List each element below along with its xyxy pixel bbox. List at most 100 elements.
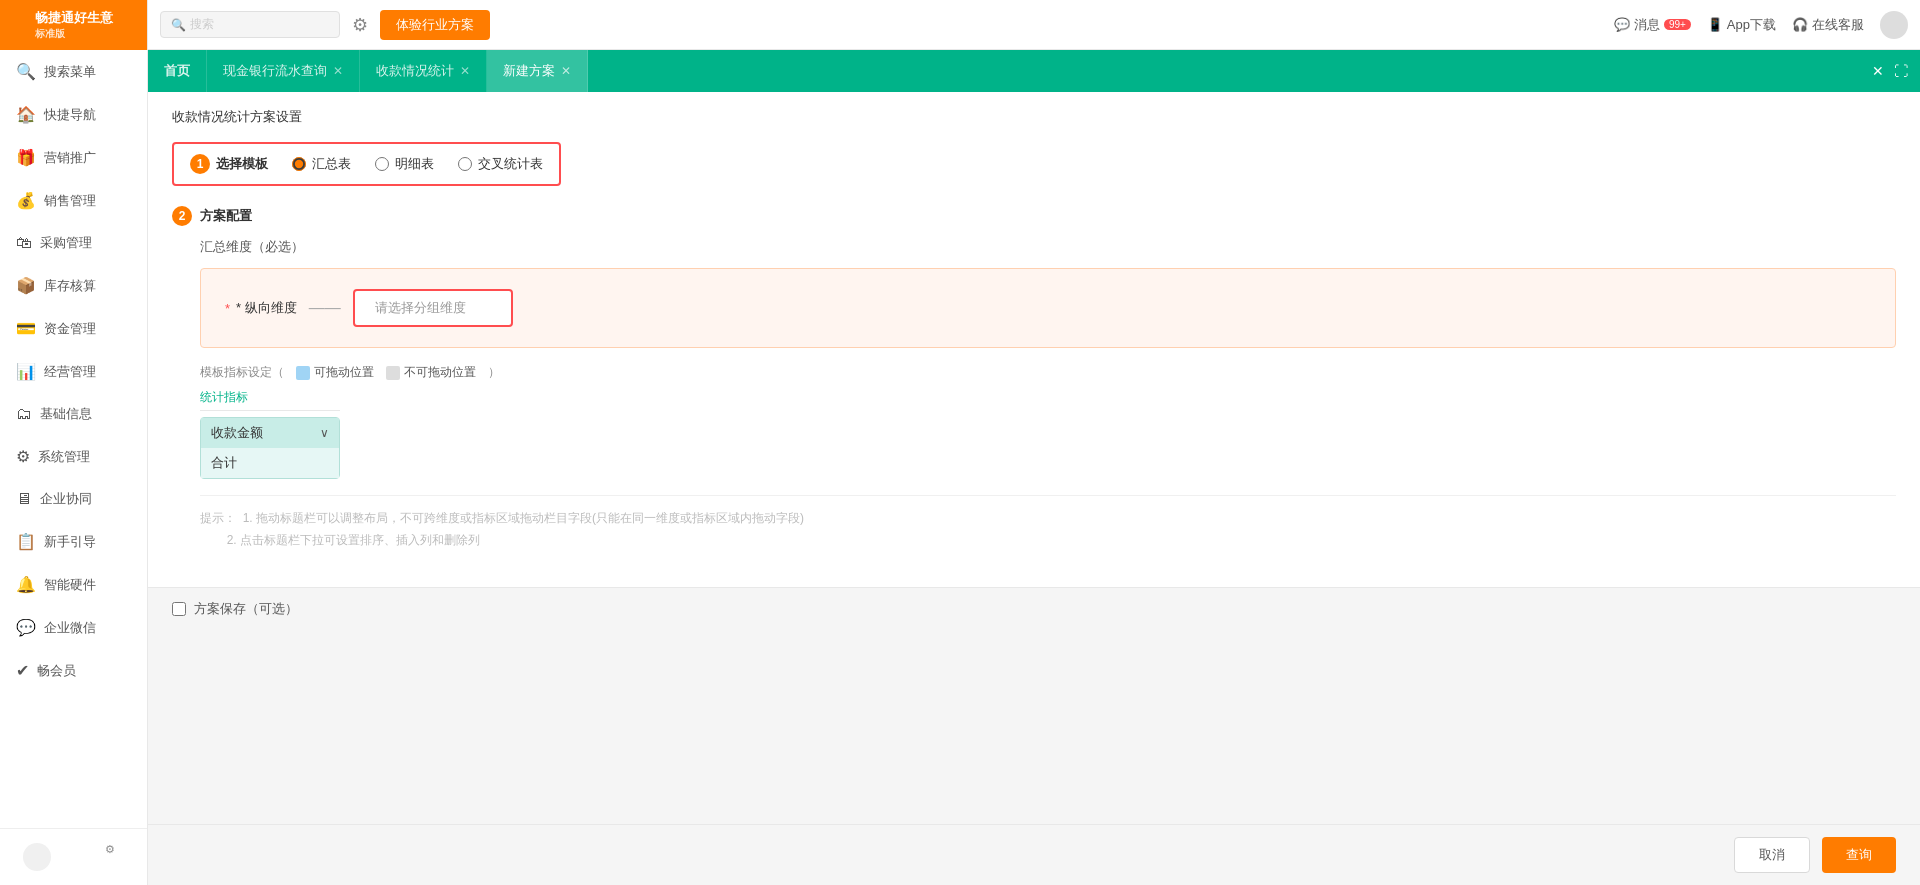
tab-new-plan-close-icon[interactable]: ✕ — [561, 64, 571, 78]
step1-badge: 1 — [190, 154, 210, 174]
window-close-icon[interactable]: ✕ — [1872, 63, 1884, 79]
sidebar-item-member[interactable]: ✔ 畅会员 — [0, 649, 147, 692]
sidebar-bottom: ⚙ — [0, 828, 147, 885]
main-area: 🔍 搜索 ⚙ 体验行业方案 💬 消息 99+ 📱 App下载 🎧 在线客服 首页 — [148, 0, 1920, 885]
gear-icon: ⚙ — [16, 447, 30, 466]
app-label: App下载 — [1727, 16, 1776, 34]
sidebar-item-guide[interactable]: 📋 新手引导 — [0, 520, 147, 563]
sidebar-bottom-settings[interactable]: ⚙ — [74, 837, 148, 877]
chat-icon: 💬 — [16, 618, 36, 637]
draggable-label: 可拖动位置 — [314, 364, 374, 381]
sidebar-item-search[interactable]: 🔍 搜索菜单 — [0, 50, 147, 93]
sidebar-item-inventory[interactable]: 📦 库存核算 — [0, 264, 147, 307]
sidebar-item-management[interactable]: 📊 经营管理 — [0, 350, 147, 393]
step2-title: 方案配置 — [200, 207, 252, 225]
tab-home[interactable]: 首页 — [148, 50, 207, 92]
non-draggable-indicator — [386, 366, 400, 380]
app-icon: 📱 — [1707, 17, 1723, 32]
tab-bank[interactable]: 现金银行流水查询 ✕ — [207, 50, 360, 92]
sidebar: 畅捷通好生意 标准版 🔍 搜索菜单 🏠 快捷导航 🎁 营销推广 💰 销售管理 🛍… — [0, 0, 148, 885]
draggable-indicator — [296, 366, 310, 380]
sidebar-logo: 畅捷通好生意 标准版 — [0, 0, 147, 50]
sidebar-item-nav[interactable]: 🏠 快捷导航 — [0, 93, 147, 136]
radio-jiaocha[interactable]: 交叉统计表 — [458, 155, 543, 173]
step1-label-wrapper: 1 选择模板 — [190, 154, 268, 174]
cancel-button[interactable]: 取消 — [1734, 837, 1810, 873]
tab-bank-label: 现金银行流水查询 — [223, 62, 327, 80]
radio-mingxi-input[interactable] — [375, 157, 389, 171]
service-item[interactable]: 🎧 在线客服 — [1792, 16, 1864, 34]
tab-bank-close-icon[interactable]: ✕ — [333, 64, 343, 78]
app-download-item[interactable]: 📱 App下载 — [1707, 16, 1776, 34]
user-avatar[interactable] — [1880, 11, 1908, 39]
service-label: 在线客服 — [1812, 16, 1864, 34]
sidebar-bottom-user[interactable] — [0, 837, 74, 877]
sidebar-item-enterprise[interactable]: 🖥 企业协同 — [0, 478, 147, 520]
sidebar-item-wechat[interactable]: 💬 企业微信 — [0, 606, 147, 649]
radio-huizong-input[interactable] — [292, 157, 306, 171]
dimension-arrow: —— — [309, 299, 341, 317]
step1-header: 1 选择模板 汇总表 明细表 交叉统计表 — [172, 142, 1896, 186]
window-expand-icon[interactable]: ⛶ — [1894, 63, 1908, 79]
tab-new-plan[interactable]: 新建方案 ✕ — [487, 50, 588, 92]
sidebar-item-hardware[interactable]: 🔔 智能硬件 — [0, 563, 147, 606]
tab-home-label: 首页 — [164, 62, 190, 80]
message-icon: 💬 — [1614, 17, 1630, 32]
radio-jiaocha-input[interactable] — [458, 157, 472, 171]
required-marker: * — [225, 301, 230, 316]
stats-card-header-label: 收款金额 — [211, 424, 263, 442]
indicator-title-close: ） — [488, 364, 500, 381]
dimension-select-button[interactable]: 请选择分组维度 — [353, 289, 513, 327]
template-select-box: 1 选择模板 汇总表 明细表 交叉统计表 — [172, 142, 561, 186]
tab-new-plan-label: 新建方案 — [503, 62, 555, 80]
query-button[interactable]: 查询 — [1822, 837, 1896, 873]
step2-section: 2 方案配置 汇总维度（必选） * * 纵向维度 —— 请选择分组维度 — [172, 206, 1896, 551]
home-icon: 🏠 — [16, 105, 36, 124]
tab-collection[interactable]: 收款情况统计 ✕ — [360, 50, 487, 92]
box-icon: 📦 — [16, 276, 36, 295]
search-bar[interactable]: 🔍 搜索 — [160, 11, 340, 38]
tips-section: 提示： 1. 拖动标题栏可以调整布局，不可跨维度或指标区域拖动栏目字段(只能在同… — [200, 495, 1896, 551]
gift-icon: 🎁 — [16, 148, 36, 167]
logo-sub: 标准版 — [35, 27, 113, 41]
radio-mingxi-label: 明细表 — [395, 155, 434, 173]
step1-section: 1 选择模板 汇总表 明细表 交叉统计表 — [172, 142, 1896, 186]
bag-icon: 🛍 — [16, 234, 32, 252]
content-area: 收款情况统计方案设置 1 选择模板 汇总表 — [148, 92, 1920, 824]
sidebar-item-sales[interactable]: 💰 销售管理 — [0, 179, 147, 222]
dimension-area: * * 纵向维度 —— 请选择分组维度 — [200, 268, 1896, 348]
logo-text: 畅捷通好生意 — [35, 9, 113, 27]
stats-card-header[interactable]: 收款金额 ∨ — [201, 418, 339, 448]
radio-huizong[interactable]: 汇总表 — [292, 155, 351, 173]
tip2: 2. 点击标题栏下拉可设置排序、插入列和删除列 — [200, 530, 1896, 552]
topbar-gear-icon[interactable]: ⚙ — [352, 14, 368, 36]
step2-header: 2 方案配置 — [172, 206, 1896, 226]
monitor-icon: 🖥 — [16, 490, 32, 508]
sidebar-item-marketing[interactable]: 🎁 营销推广 — [0, 136, 147, 179]
topbar-right: 💬 消息 99+ 📱 App下载 🎧 在线客服 — [1614, 11, 1908, 39]
sidebar-item-purchase[interactable]: 🛍 采购管理 — [0, 222, 147, 264]
card-icon: 💳 — [16, 319, 36, 338]
radio-huizong-label: 汇总表 — [312, 155, 351, 173]
tab-collection-label: 收款情况统计 — [376, 62, 454, 80]
chart-icon: 📊 — [16, 362, 36, 381]
message-label: 消息 — [1634, 16, 1660, 34]
content-inner: 收款情况统计方案设置 1 选择模板 汇总表 — [148, 92, 1920, 587]
sidebar-item-finance[interactable]: 💳 资金管理 — [0, 307, 147, 350]
save-checkbox[interactable] — [172, 602, 186, 616]
sidebar-item-basic-info[interactable]: 🗂 基础信息 — [0, 393, 147, 435]
message-item[interactable]: 💬 消息 99+ — [1614, 16, 1691, 34]
radio-mingxi[interactable]: 明细表 — [375, 155, 434, 173]
stats-card: 收款金额 ∨ 合计 — [200, 417, 340, 479]
message-badge: 99+ — [1664, 19, 1691, 30]
save-section: 方案保存（可选） — [148, 587, 1920, 630]
stats-label: 统计指标 — [200, 389, 340, 411]
draggable-toggle: 可拖动位置 — [296, 364, 374, 381]
non-draggable-toggle: 不可拖动位置 — [386, 364, 476, 381]
sidebar-item-system[interactable]: ⚙ 系统管理 — [0, 435, 147, 478]
industry-btn[interactable]: 体验行业方案 — [380, 10, 490, 40]
topbar-search-icon: 🔍 — [171, 18, 186, 32]
clipboard-icon: 📋 — [16, 532, 36, 551]
topbar: 🔍 搜索 ⚙ 体验行业方案 💬 消息 99+ 📱 App下载 🎧 在线客服 — [148, 0, 1920, 50]
tab-collection-close-icon[interactable]: ✕ — [460, 64, 470, 78]
